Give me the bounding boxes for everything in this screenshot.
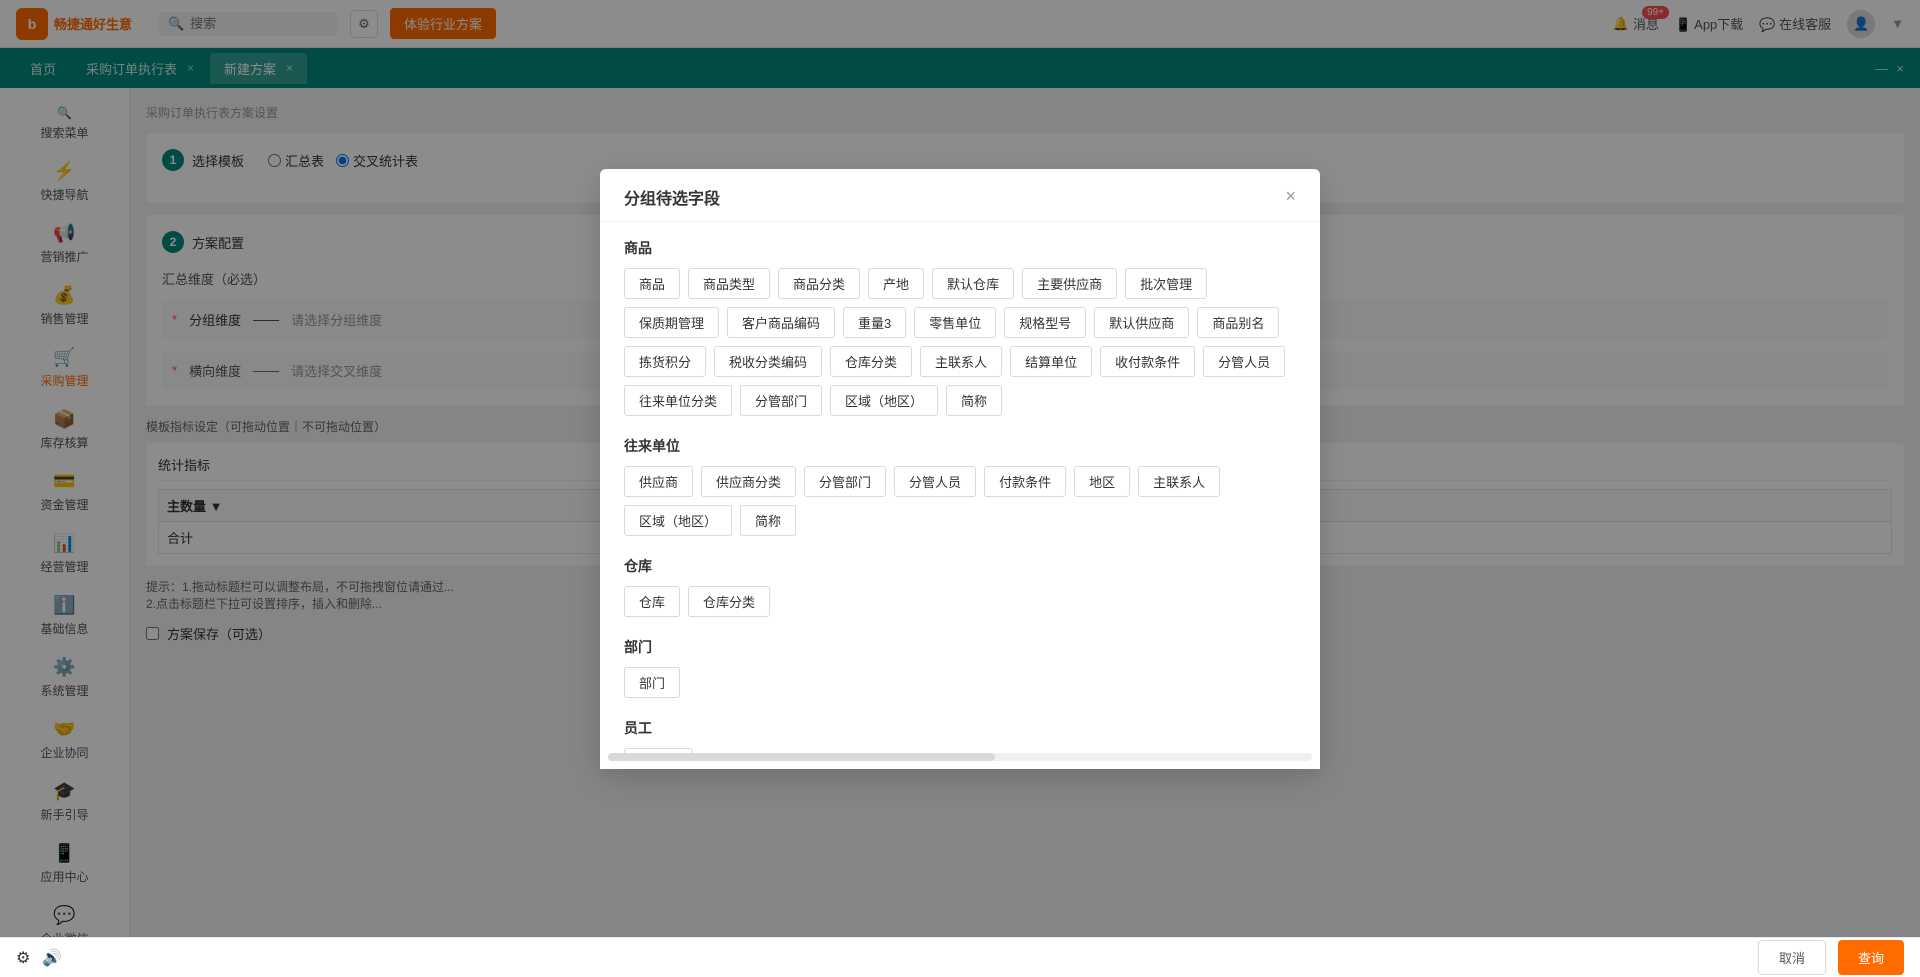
section-warehouse-title: 仓库 bbox=[624, 556, 1296, 576]
tag-dept[interactable]: 分管部门 bbox=[740, 385, 822, 416]
tag-warehouse-cat[interactable]: 仓库分类 bbox=[688, 586, 770, 617]
section-employee-title: 员工 bbox=[624, 718, 1296, 738]
section-department-tags: 部门 bbox=[624, 667, 1296, 698]
tag-main-supplier[interactable]: 主要供应商 bbox=[1022, 268, 1117, 299]
tag-payment-condition[interactable]: 付款条件 bbox=[984, 466, 1066, 497]
bottom-audio-icon[interactable]: 🔊 bbox=[42, 948, 62, 968]
tag-goods-type[interactable]: 商品类型 bbox=[688, 268, 770, 299]
modal-overlay: 分组待选字段 × 商品 商品 商品类型 商品分类 产地 默认仓库 主要供应商 批… bbox=[0, 0, 1920, 937]
modal-title: 分组待选字段 bbox=[624, 185, 720, 209]
tag-payment-terms[interactable]: 收付款条件 bbox=[1100, 346, 1195, 377]
tag-manager[interactable]: 分管人员 bbox=[1203, 346, 1285, 377]
section-warehouse: 仓库 仓库 仓库分类 bbox=[624, 556, 1296, 617]
section-warehouse-tags: 仓库 仓库分类 bbox=[624, 586, 1296, 617]
tag-main-contact[interactable]: 主联系人 bbox=[920, 346, 1002, 377]
modal-body: 商品 商品 商品类型 商品分类 产地 默认仓库 主要供应商 批次管理 保质期管理… bbox=[600, 222, 1320, 753]
section-department: 部门 部门 bbox=[624, 637, 1296, 698]
section-partner-title: 往来单位 bbox=[624, 436, 1296, 456]
section-goods-tags: 商品 商品类型 商品分类 产地 默认仓库 主要供应商 批次管理 保质期管理 客户… bbox=[624, 268, 1296, 416]
tag-default-supplier[interactable]: 默认供应商 bbox=[1094, 307, 1189, 338]
tag-retail-unit[interactable]: 零售单位 bbox=[914, 307, 996, 338]
section-partner-tags: 供应商 供应商分类 分管部门 分管人员 付款条件 地区 主联系人 区域（地区） … bbox=[624, 466, 1296, 536]
modal-hscrollbar-track[interactable] bbox=[608, 753, 1312, 761]
tag-batch-mgmt[interactable]: 批次管理 bbox=[1125, 268, 1207, 299]
bottom-left-icons: ⚙ 🔊 bbox=[16, 948, 62, 968]
tag-goods-category[interactable]: 商品分类 bbox=[778, 268, 860, 299]
tag-spec-model[interactable]: 规格型号 bbox=[1004, 307, 1086, 338]
tag-region[interactable]: 区域（地区） bbox=[830, 385, 938, 416]
tag-department[interactable]: 部门 bbox=[624, 667, 680, 698]
tag-weight3[interactable]: 重量3 bbox=[843, 307, 906, 338]
cancel-button[interactable]: 取消 bbox=[1758, 940, 1826, 975]
tag-partner-category[interactable]: 往来单位分类 bbox=[624, 385, 732, 416]
section-goods: 商品 商品 商品类型 商品分类 产地 默认仓库 主要供应商 批次管理 保质期管理… bbox=[624, 238, 1296, 416]
section-goods-title: 商品 bbox=[624, 238, 1296, 258]
tag-partner-contact[interactable]: 主联系人 bbox=[1138, 466, 1220, 497]
modal-header: 分组待选字段 × bbox=[600, 169, 1320, 222]
tag-picking-points[interactable]: 拣货积分 bbox=[624, 346, 706, 377]
section-partner: 往来单位 供应商 供应商分类 分管部门 分管人员 付款条件 地区 主联系人 区域… bbox=[624, 436, 1296, 536]
tag-goods[interactable]: 商品 bbox=[624, 268, 680, 299]
bottom-status-bar: ⚙ 🔊 取消 查询 bbox=[0, 937, 1920, 977]
tag-settlement-unit[interactable]: 结算单位 bbox=[1010, 346, 1092, 377]
section-employee: 员工 业务员 bbox=[624, 718, 1296, 753]
tag-partner-manager[interactable]: 分管人员 bbox=[894, 466, 976, 497]
tag-area[interactable]: 地区 bbox=[1074, 466, 1130, 497]
confirm-button[interactable]: 查询 bbox=[1838, 940, 1904, 975]
modal-dialog: 分组待选字段 × 商品 商品 商品类型 商品分类 产地 默认仓库 主要供应商 批… bbox=[600, 169, 1320, 769]
bottom-settings-icon[interactable]: ⚙ bbox=[16, 948, 30, 968]
section-department-title: 部门 bbox=[624, 637, 1296, 657]
tag-supplier[interactable]: 供应商 bbox=[624, 466, 693, 497]
tag-shelf-life[interactable]: 保质期管理 bbox=[624, 307, 719, 338]
modal-scrollbar-area bbox=[600, 753, 1320, 769]
tag-supplier-category[interactable]: 供应商分类 bbox=[701, 466, 796, 497]
tag-partner-abbr[interactable]: 简称 bbox=[740, 505, 796, 536]
tag-default-warehouse[interactable]: 默认仓库 bbox=[932, 268, 1014, 299]
tag-customer-code[interactable]: 客户商品编码 bbox=[727, 307, 835, 338]
tag-partner-dept[interactable]: 分管部门 bbox=[804, 466, 886, 497]
tag-abbreviation[interactable]: 简称 bbox=[946, 385, 1002, 416]
modal-hscrollbar-thumb[interactable] bbox=[608, 753, 995, 761]
tag-partner-region[interactable]: 区域（地区） bbox=[624, 505, 732, 536]
tag-goods-alias[interactable]: 商品别名 bbox=[1197, 307, 1279, 338]
bottom-right-buttons: 取消 查询 bbox=[1758, 940, 1904, 975]
tag-origin[interactable]: 产地 bbox=[868, 268, 924, 299]
modal-close-button[interactable]: × bbox=[1285, 186, 1296, 207]
tag-warehouse[interactable]: 仓库 bbox=[624, 586, 680, 617]
tag-warehouse-category[interactable]: 仓库分类 bbox=[830, 346, 912, 377]
tag-tax-code[interactable]: 税收分类编码 bbox=[714, 346, 822, 377]
